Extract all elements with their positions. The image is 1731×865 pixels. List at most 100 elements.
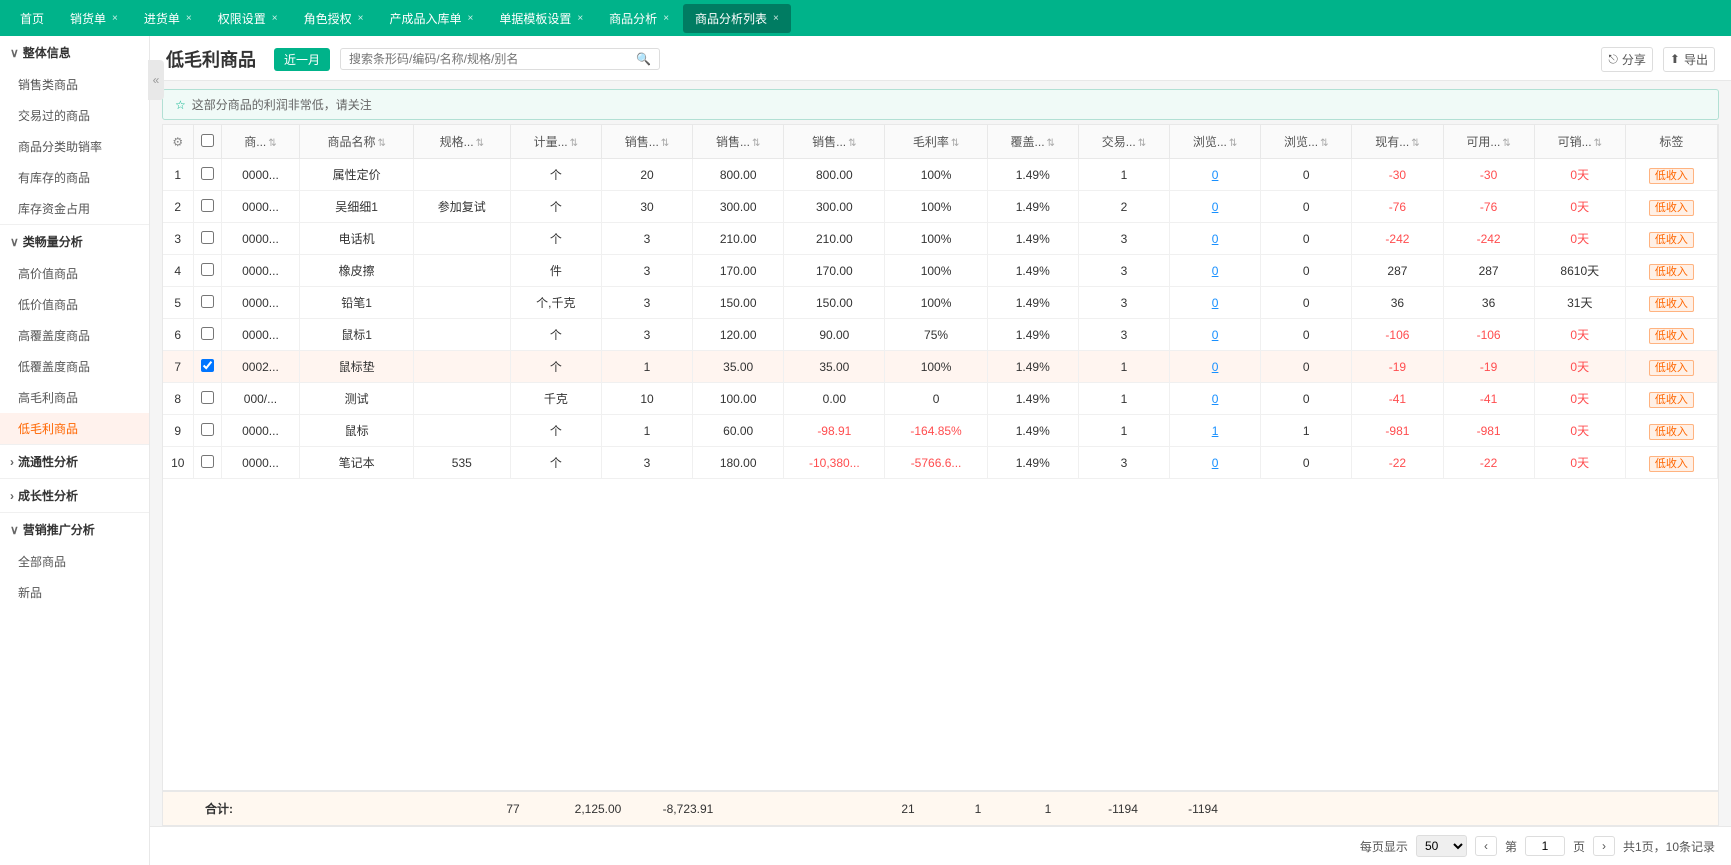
- row-browse1[interactable]: 0: [1170, 191, 1261, 223]
- sidebar-group-growth[interactable]: › 成长性分析: [0, 479, 149, 512]
- nav-home[interactable]: 首页: [8, 4, 56, 33]
- row-saleable: 0天: [1534, 159, 1625, 191]
- sidebar-group-analysis[interactable]: ∨ 类畅量分析: [0, 225, 149, 258]
- sidebar-group-marketing[interactable]: ∨ 营销推广分析: [0, 513, 149, 546]
- nav-role-auth-close[interactable]: ×: [358, 13, 364, 24]
- nav-product-analysis-list-close[interactable]: ×: [773, 13, 779, 24]
- search-icon[interactable]: 🔍: [636, 52, 651, 66]
- row-browse1[interactable]: 0: [1170, 351, 1261, 383]
- row-current: -41: [1352, 383, 1443, 415]
- next-page-button[interactable]: ›: [1593, 836, 1615, 856]
- row-checkbox[interactable]: [201, 327, 214, 340]
- sidebar-item-new-products[interactable]: 新品: [0, 577, 149, 608]
- nav-purchase-order[interactable]: 进货单 ×: [132, 4, 204, 33]
- sidebar-item-capital[interactable]: 库存资金占用: [0, 193, 149, 224]
- sidebar-item-in-stock[interactable]: 有库存的商品: [0, 162, 149, 193]
- search-input[interactable]: [349, 52, 636, 66]
- sidebar-group-circulation[interactable]: › 流通性分析: [0, 445, 149, 478]
- row-browse1[interactable]: 0: [1170, 159, 1261, 191]
- page-number-input[interactable]: [1525, 836, 1565, 856]
- nav-purchase-order-close[interactable]: ×: [186, 13, 192, 24]
- sidebar-item-high-coverage[interactable]: 高覆盖度商品: [0, 320, 149, 351]
- row-trade: 2: [1078, 191, 1169, 223]
- export-button[interactable]: ⬆ 导出: [1663, 47, 1715, 72]
- sidebar-group-growth-arrow: ›: [10, 489, 14, 503]
- row-unit: 个: [510, 415, 601, 447]
- sidebar-item-high-value[interactable]: 高价值商品: [0, 258, 149, 289]
- row-current: -22: [1352, 447, 1443, 479]
- nav-template-settings[interactable]: 单据模板设置 ×: [487, 4, 595, 33]
- share-icon: ⎋: [1608, 52, 1618, 67]
- collapse-icon: «: [153, 73, 160, 87]
- sidebar-item-traded-products[interactable]: 交易过的商品: [0, 100, 149, 131]
- row-checkbox[interactable]: [201, 231, 214, 244]
- row-checkbox[interactable]: [201, 391, 214, 404]
- row-code: 0000...: [221, 223, 300, 255]
- row-checkbox-cell[interactable]: [193, 159, 221, 191]
- row-checkbox-cell[interactable]: [193, 255, 221, 287]
- nav-template-settings-close[interactable]: ×: [577, 13, 583, 24]
- nav-sales-order-close[interactable]: ×: [112, 13, 118, 24]
- row-checkbox[interactable]: [201, 167, 214, 180]
- prev-page-button[interactable]: ‹: [1475, 836, 1497, 856]
- row-checkbox-cell[interactable]: [193, 415, 221, 447]
- row-checkbox[interactable]: [201, 423, 214, 436]
- row-browse1[interactable]: 0: [1170, 223, 1261, 255]
- row-spec: [413, 287, 510, 319]
- sidebar-item-low-value[interactable]: 低价值商品: [0, 289, 149, 320]
- row-checkbox-cell[interactable]: [193, 223, 221, 255]
- nav-product-inbound[interactable]: 产成品入库单 ×: [377, 4, 485, 33]
- row-browse1[interactable]: 0: [1170, 287, 1261, 319]
- row-checkbox-cell[interactable]: [193, 351, 221, 383]
- notice-text: 这部分商品的利润非常低，请关注: [192, 96, 372, 113]
- sidebar-item-low-margin[interactable]: 低毛利商品: [0, 413, 149, 444]
- nav-product-analysis[interactable]: 商品分析 ×: [597, 4, 681, 33]
- row-checkbox[interactable]: [201, 199, 214, 212]
- share-label: 分享: [1622, 51, 1646, 68]
- nav-product-inbound-close[interactable]: ×: [467, 13, 473, 24]
- row-sales-amount: -98.91: [784, 415, 885, 447]
- sidebar-item-high-margin[interactable]: 高毛利商品: [0, 382, 149, 413]
- share-button[interactable]: ⎋ 分享: [1601, 47, 1653, 72]
- row-checkbox[interactable]: [201, 359, 214, 372]
- sidebar-item-low-coverage[interactable]: 低覆盖度商品: [0, 351, 149, 382]
- row-browse1[interactable]: 1: [1170, 415, 1261, 447]
- row-current: -76: [1352, 191, 1443, 223]
- row-checkbox[interactable]: [201, 455, 214, 468]
- row-browse1[interactable]: 0: [1170, 447, 1261, 479]
- nav-product-analysis-close[interactable]: ×: [663, 13, 669, 24]
- per-page-select[interactable]: 50 100 200: [1416, 835, 1467, 857]
- nav-sales-order[interactable]: 销货单 ×: [58, 4, 130, 33]
- row-browse1[interactable]: 0: [1170, 319, 1261, 351]
- sidebar-collapse-button[interactable]: «: [148, 60, 164, 100]
- table-row: 7 0002... 鼠标垫 个 1 35.00 35.00 100% 1.49%…: [163, 351, 1718, 383]
- table-row: 6 0000... 鼠标1 个 3 120.00 90.00 75% 1.49%…: [163, 319, 1718, 351]
- row-checkbox-cell[interactable]: [193, 287, 221, 319]
- nav-permission-settings[interactable]: 权限设置 ×: [206, 4, 290, 33]
- select-all-checkbox[interactable]: [201, 134, 214, 147]
- row-gross-margin: 75%: [885, 319, 987, 351]
- sidebar-item-category-rate[interactable]: 商品分类助销率: [0, 131, 149, 162]
- sidebar-group-overall[interactable]: ∨ 整体信息: [0, 36, 149, 69]
- table-row: 3 0000... 电话机 个 3 210.00 210.00 100% 1.4…: [163, 223, 1718, 255]
- row-checkbox-cell[interactable]: [193, 319, 221, 351]
- sidebar-item-sales-products[interactable]: 销售类商品: [0, 69, 149, 100]
- row-checkbox[interactable]: [201, 295, 214, 308]
- row-browse1[interactable]: 0: [1170, 383, 1261, 415]
- nav-product-analysis-list[interactable]: 商品分析列表 ×: [683, 4, 791, 33]
- row-checkbox[interactable]: [201, 263, 214, 276]
- period-tag-button[interactable]: 近一月: [274, 48, 330, 71]
- sidebar-item-all-products[interactable]: 全部商品: [0, 546, 149, 577]
- nav-home-label: 首页: [20, 10, 44, 27]
- nav-permission-settings-close[interactable]: ×: [272, 13, 278, 24]
- row-checkbox-cell[interactable]: [193, 447, 221, 479]
- nav-role-auth[interactable]: 角色授权 ×: [292, 4, 376, 33]
- column-checkbox[interactable]: [193, 125, 221, 159]
- page-header: 低毛利商品 近一月 🔍 ⎋ 分享 ⬆ 导出: [150, 36, 1731, 81]
- row-checkbox-cell[interactable]: [193, 191, 221, 223]
- row-browse1[interactable]: 0: [1170, 255, 1261, 287]
- column-settings[interactable]: ⚙: [163, 125, 193, 159]
- row-checkbox-cell[interactable]: [193, 383, 221, 415]
- row-saleable: 8610天: [1534, 255, 1625, 287]
- row-unit: 个: [510, 191, 601, 223]
